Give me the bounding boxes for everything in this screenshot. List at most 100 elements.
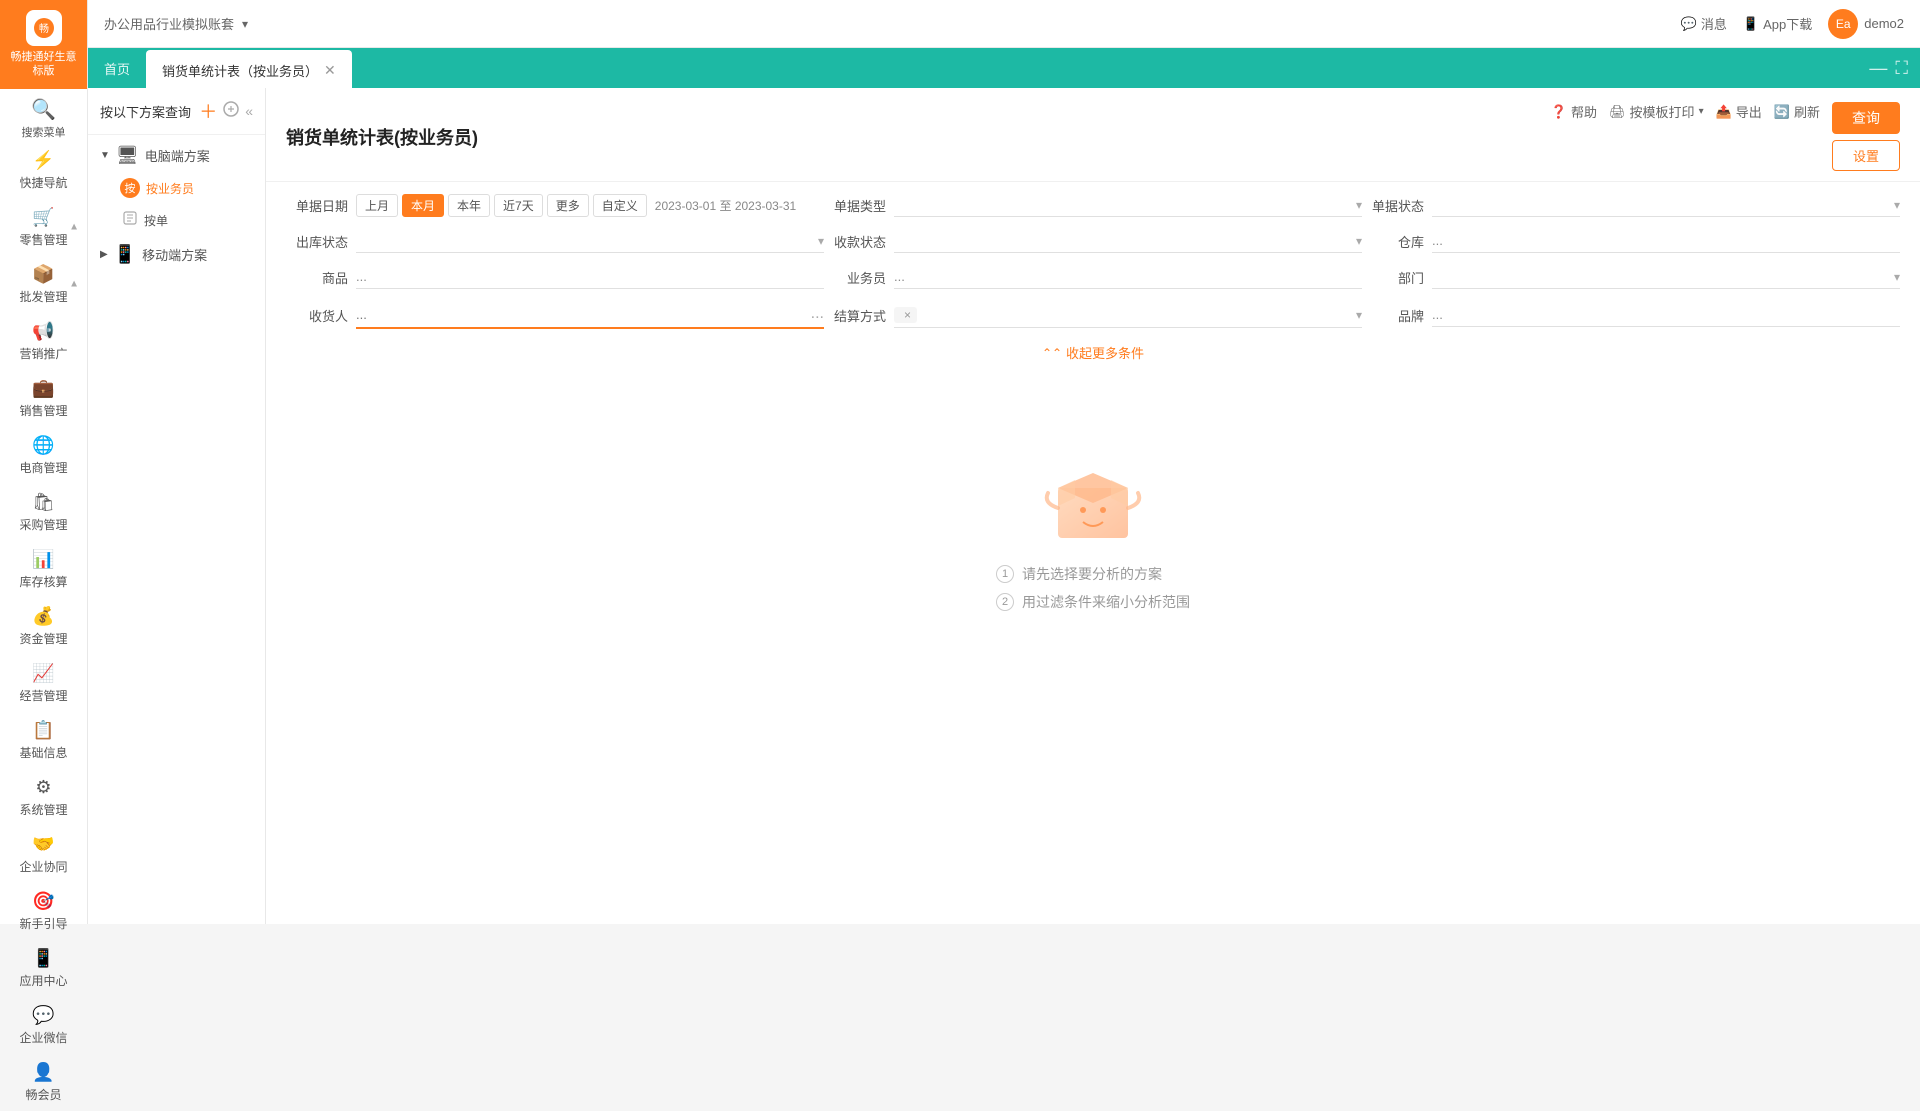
template-print-button[interactable]: 🖨 按模板打印 ▾	[1609, 102, 1704, 121]
app-download-label: App下载	[1763, 14, 1812, 33]
sidebar-search-item[interactable]: 🔍 搜索菜单	[0, 89, 87, 142]
sidebar-item-label: 系统管理	[19, 801, 67, 818]
sidebar-logo[interactable]: 畅 畅捷通好生意 标版	[0, 0, 87, 89]
sidebar-item-system[interactable]: ⚙ 系统管理	[0, 769, 87, 826]
topbar-title: 办公用品行业模拟账套	[104, 14, 234, 33]
paymentstatus-select[interactable]: ▾	[894, 230, 1362, 253]
consignee-dots[interactable]: ...	[811, 305, 824, 323]
sidebar-item-purchase[interactable]: 🛍 采购管理	[0, 484, 87, 541]
date-btn-custom[interactable]: 自定义	[593, 194, 647, 217]
sidebar-item-wholesale[interactable]: 📦 批发管理 ▲	[0, 256, 87, 313]
messages-button[interactable]: 💬 消息	[1681, 14, 1727, 33]
sidebar-item-label: 批发管理	[19, 288, 67, 305]
settings-button[interactable]: 设置	[1832, 140, 1900, 171]
left-panel: 按以下方案查询 ＋ « ▼ 🖥 电脑端方案 按 按业务员	[88, 88, 266, 924]
topbar-right: 💬 消息 📱 App下载 Ea demo2	[1681, 9, 1904, 39]
print-icon: 🖨	[1609, 104, 1626, 120]
empty-steps-list: 1 请先选择要分析的方案 2 用过滤条件来缩小分析范围	[996, 564, 1190, 620]
goods-input[interactable]: ...	[356, 265, 824, 289]
department-select[interactable]: ▾	[1432, 266, 1900, 289]
date-btn-lastmonth[interactable]: 上月	[356, 194, 398, 217]
refresh-button[interactable]: 🔄 刷新	[1774, 102, 1820, 121]
settlement-tag-close[interactable]: ×	[904, 308, 911, 322]
sidebar-item-wechat[interactable]: 💬 企业微信	[0, 997, 87, 1054]
warehouse-input[interactable]: ...	[1432, 229, 1900, 253]
sidebar-item-sales[interactable]: 💼 销售管理	[0, 370, 87, 427]
sidebar-item-label: 畅会员	[25, 1086, 61, 1103]
settlement-select[interactable]: × ▾	[894, 303, 1362, 328]
collapse-button[interactable]: ⌃⌃ 收起更多条件	[286, 337, 1900, 368]
tab-close-icon[interactable]: ✕	[324, 62, 336, 79]
goods-placeholder: ...	[356, 269, 367, 284]
sidebar-item-label: 销售管理	[19, 402, 67, 419]
refresh-icon: 🔄	[1774, 104, 1790, 120]
sidebar-item-label: 资金管理	[19, 630, 67, 647]
sidebar-item-basic[interactable]: 📋 基础信息	[0, 712, 87, 769]
retail-icon: 🛒	[32, 207, 54, 228]
edit-scheme-button[interactable]	[223, 101, 239, 122]
sidebar-item-newbie[interactable]: 🎯 新手引导	[0, 883, 87, 940]
stockstatus-label: 出库状态	[286, 232, 356, 251]
app-download-button[interactable]: 📱 App下载	[1743, 14, 1812, 33]
template-print-arrow: ▾	[1699, 106, 1704, 117]
docstatus-select[interactable]: ▾	[1432, 194, 1900, 217]
sidebar-item-member[interactable]: 👤 畅会员	[0, 1054, 87, 1111]
inventory-icon: 📊	[32, 549, 54, 570]
pc-scheme-children: 按 按业务员 按单	[88, 172, 265, 236]
marketing-icon: 📢	[32, 321, 54, 342]
sidebar-item-operation[interactable]: 📈 经营管理	[0, 655, 87, 712]
tree-item-byorder[interactable]: 按单	[112, 204, 265, 236]
brand-input[interactable]: ...	[1432, 303, 1900, 327]
doctype-select[interactable]: ▾	[894, 194, 1362, 217]
tab-maximize-icon[interactable]: ⛶	[1895, 58, 1908, 79]
tree-item-salesperson[interactable]: 按 按业务员	[112, 172, 265, 204]
collapse-panel-button[interactable]: «	[245, 103, 253, 119]
mobile-scheme-arrow: ▶	[100, 249, 108, 260]
main-area: 办公用品行业模拟账套 ▾ 💬 消息 📱 App下载 Ea demo2 首页	[88, 0, 1920, 924]
tab-home[interactable]: 首页	[88, 48, 146, 88]
wholesale-icon: 📦	[32, 264, 54, 285]
template-print-label: 按模板打印	[1630, 102, 1695, 121]
date-btn-more[interactable]: 更多	[547, 194, 589, 217]
sidebar-item-marketing[interactable]: 📢 营销推广	[0, 313, 87, 370]
step1-num: 1	[996, 565, 1014, 583]
help-button[interactable]: ❓ 帮助	[1551, 102, 1597, 121]
sidebar-item-retail[interactable]: 🛒 零售管理 ▲	[0, 199, 87, 256]
sidebar-item-label: 新手引导	[19, 915, 67, 932]
warehouse-placeholder: ...	[1432, 233, 1443, 248]
filter-warehouse-col: 仓库 ...	[1362, 229, 1900, 253]
tree-mobile-scheme[interactable]: ▶ 📱 移动端方案	[88, 238, 265, 271]
tab-minimize-icon[interactable]: —	[1869, 58, 1887, 79]
export-button[interactable]: 📤 导出	[1716, 102, 1762, 121]
sidebar-item-finance[interactable]: 💰 资金管理	[0, 598, 87, 655]
date-btn-7days[interactable]: 近7天	[494, 194, 543, 217]
filter-paymentstatus-col: 收款状态 ▾	[824, 229, 1362, 253]
download-icon: 📱	[1743, 16, 1759, 32]
user-menu[interactable]: Ea demo2	[1828, 9, 1904, 39]
stockstatus-select[interactable]: ▾	[356, 230, 824, 253]
user-avatar: Ea	[1828, 9, 1858, 39]
sidebar-item-ecommerce[interactable]: 🌐 电商管理	[0, 427, 87, 484]
left-panel-header: 按以下方案查询 ＋ «	[88, 88, 265, 135]
consignee-text-input[interactable]	[356, 307, 811, 322]
query-button[interactable]: 查询	[1832, 102, 1900, 134]
byorder-icon	[120, 210, 140, 230]
salesperson-input[interactable]: ...	[894, 265, 1362, 289]
filter-consignee-col: 收货人 ...	[286, 301, 824, 329]
sidebar-item-quicknav[interactable]: ⚡ 快捷导航	[0, 142, 87, 199]
sidebar-item-enterprise[interactable]: 🤝 企业协同	[0, 826, 87, 883]
consignee-input[interactable]: ...	[356, 301, 824, 329]
right-panel: 销货单统计表(按业务员) ❓ 帮助 🖨 按模板打印 ▾ 📤	[266, 88, 1920, 924]
action-group: 查询 设置	[1832, 102, 1900, 171]
filter-row-3: 商品 ... 业务员 ... 部门	[286, 265, 1900, 289]
date-btn-thisyear[interactable]: 本年	[448, 194, 490, 217]
export-icon: 📤	[1716, 104, 1732, 120]
sidebar-item-inventory[interactable]: 📊 库存核算	[0, 541, 87, 598]
tab-report[interactable]: 销货单统计表（按业务员） ✕	[146, 50, 352, 90]
sidebar-item-apps[interactable]: 📱 应用中心	[0, 940, 87, 997]
add-scheme-button[interactable]: ＋	[199, 98, 217, 124]
tab-home-label: 首页	[104, 59, 130, 78]
topbar-dropdown-icon[interactable]: ▾	[242, 17, 248, 31]
tree-pc-scheme[interactable]: ▼ 🖥 电脑端方案	[88, 139, 265, 172]
date-btn-thismonth[interactable]: 本月	[402, 194, 444, 217]
